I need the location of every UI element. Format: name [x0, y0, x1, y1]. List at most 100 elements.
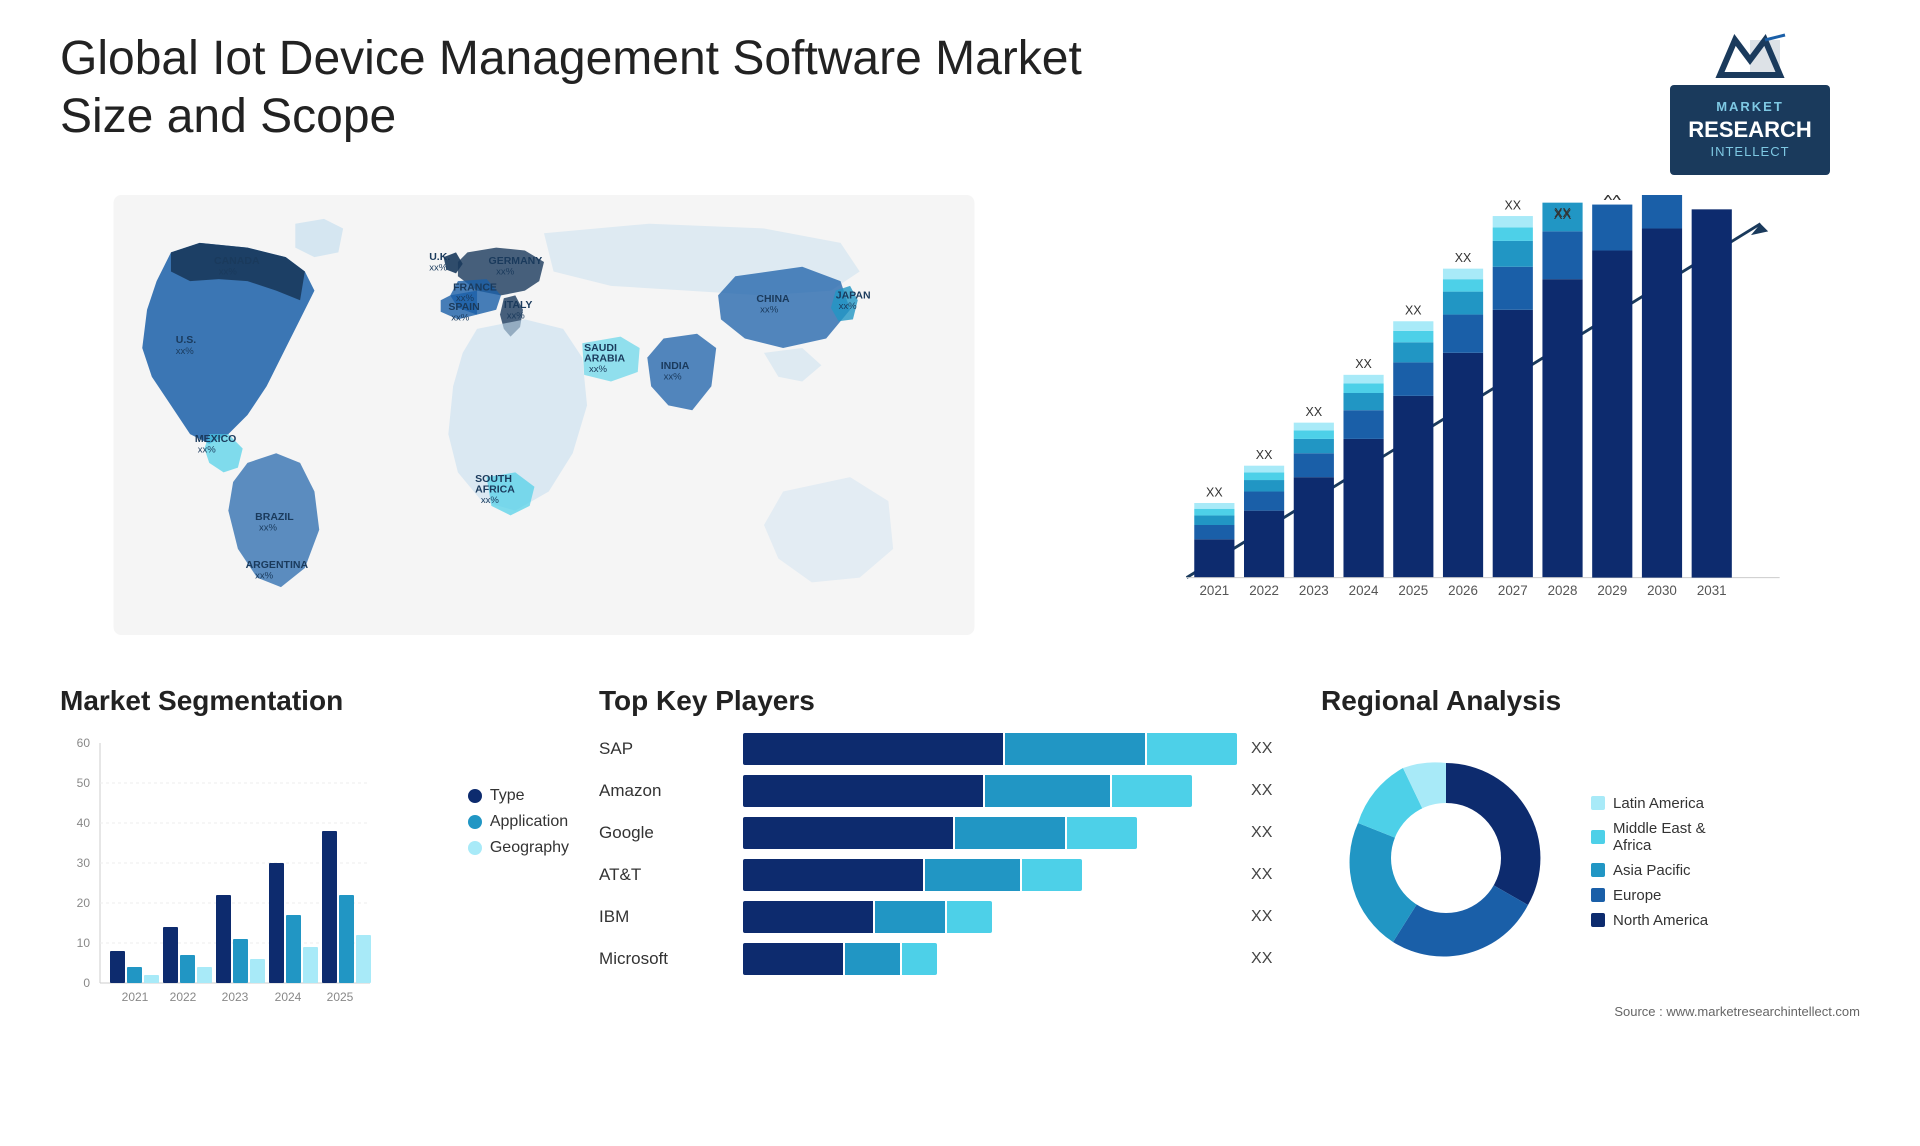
- svg-text:2027: 2027: [1498, 583, 1528, 598]
- player-bars-ibm: [743, 901, 1237, 933]
- top-section: CANADA xx% U.S. xx% MEXICO xx% BRAZIL xx…: [60, 195, 1860, 655]
- bar-chart-container: XX XX XX: [1068, 195, 1860, 635]
- svg-text:ITALY: ITALY: [504, 299, 533, 311]
- segmentation-title: Market Segmentation: [60, 685, 569, 717]
- player-row-microsoft: Microsoft XX: [599, 943, 1291, 975]
- players-section: Top Key Players SAP XX Amazon: [599, 685, 1291, 1019]
- svg-text:FRANCE: FRANCE: [453, 282, 497, 294]
- legend-application-dot: [468, 815, 482, 829]
- bar-seg-3: [947, 901, 992, 933]
- bar-seg-3: [1022, 859, 1082, 891]
- svg-text:2022: 2022: [170, 990, 197, 1004]
- legend-geography-dot: [468, 841, 482, 855]
- svg-text:2025: 2025: [1398, 583, 1428, 598]
- bar-seg-1: [743, 733, 1003, 765]
- player-row-sap: SAP XX: [599, 733, 1291, 765]
- svg-text:30: 30: [77, 856, 91, 870]
- legend-mea-label: Middle East &Africa: [1613, 820, 1706, 854]
- player-row-att: AT&T XX: [599, 859, 1291, 891]
- svg-text:XX: XX: [1554, 206, 1571, 220]
- player-bars-att: [743, 859, 1237, 891]
- svg-text:2023: 2023: [222, 990, 249, 1004]
- logo-box: MARKET RESEARCH INTELLECT: [1670, 85, 1829, 175]
- svg-text:XX: XX: [1504, 199, 1521, 213]
- map-area: CANADA xx% U.S. xx% MEXICO xx% BRAZIL xx…: [60, 195, 1028, 655]
- player-xx-amazon: XX: [1251, 782, 1291, 800]
- legend-geography: Geography: [468, 839, 569, 857]
- svg-text:60: 60: [77, 736, 91, 750]
- logo-mid: RESEARCH: [1688, 116, 1811, 145]
- svg-text:2022: 2022: [1249, 583, 1279, 598]
- svg-text:ARGENTINA: ARGENTINA: [246, 559, 309, 571]
- svg-text:2023: 2023: [1299, 583, 1329, 598]
- legend-apac-label: Asia Pacific: [1613, 862, 1691, 879]
- bar-seg-1: [743, 901, 873, 933]
- player-xx-ibm: XX: [1251, 908, 1291, 926]
- svg-text:2028: 2028: [1548, 583, 1578, 598]
- bar-seg-3: [1067, 817, 1137, 849]
- bottom-section: Market Segmentation 60 50 40 30 20 10: [60, 685, 1860, 1019]
- map-container: CANADA xx% U.S. xx% MEXICO xx% BRAZIL xx…: [60, 195, 1028, 635]
- player-xx-sap: XX: [1251, 740, 1291, 758]
- legend-europe-dot: [1591, 888, 1605, 902]
- svg-text:xx%: xx%: [496, 267, 515, 278]
- page-title: Global Iot Device Management Software Ma…: [60, 30, 1160, 145]
- bar-seg-2: [925, 859, 1020, 891]
- svg-text:ARABIA: ARABIA: [584, 353, 625, 365]
- legend-mea-dot: [1591, 830, 1605, 844]
- svg-text:2025: 2025: [327, 990, 354, 1004]
- source-text: Source : www.marketresearchintellect.com: [1321, 1004, 1860, 1019]
- legend-geography-label: Geography: [490, 839, 569, 857]
- svg-text:2026: 2026: [1448, 583, 1478, 598]
- svg-text:xx%: xx%: [429, 263, 448, 274]
- bar-chart-svg: XX XX XX: [1068, 195, 1860, 635]
- svg-text:XX: XX: [1355, 358, 1372, 372]
- player-bars-sap: [743, 733, 1237, 765]
- svg-text:XX: XX: [1604, 195, 1621, 203]
- logo-area: MARKET RESEARCH INTELLECT: [1640, 30, 1860, 175]
- bar-seg-2: [985, 775, 1110, 807]
- svg-text:40: 40: [77, 816, 91, 830]
- player-xx-att: XX: [1251, 866, 1291, 884]
- svg-text:xx%: xx%: [219, 267, 238, 278]
- legend-latin-america: Latin America: [1591, 795, 1708, 812]
- svg-text:2031: 2031: [1697, 583, 1727, 598]
- svg-text:AFRICA: AFRICA: [475, 484, 515, 496]
- bar-seg-3: [1147, 733, 1237, 765]
- segmentation-section: Market Segmentation 60 50 40 30 20 10: [60, 685, 569, 1019]
- legend-latin-dot: [1591, 796, 1605, 810]
- svg-text:xx%: xx%: [255, 571, 274, 582]
- chart-area: XX XX XX: [1068, 195, 1860, 655]
- svg-text:xx%: xx%: [259, 523, 278, 534]
- svg-text:2024: 2024: [1349, 583, 1379, 598]
- donut-svg: [1321, 733, 1571, 983]
- bar-seg-3: [1112, 775, 1192, 807]
- world-map-svg: CANADA xx% U.S. xx% MEXICO xx% BRAZIL xx…: [60, 195, 1028, 635]
- bar-seg-2: [1005, 733, 1145, 765]
- donut-chart: [1321, 733, 1571, 988]
- player-name-sap: SAP: [599, 739, 729, 759]
- legend-type: Type: [468, 787, 569, 805]
- player-bars-google: [743, 817, 1237, 849]
- logo-top: MARKET: [1688, 99, 1811, 116]
- player-row-amazon: Amazon XX: [599, 775, 1291, 807]
- page: Global Iot Device Management Software Ma…: [0, 0, 1920, 1146]
- svg-text:xx%: xx%: [198, 445, 217, 456]
- svg-text:XX: XX: [1405, 304, 1422, 318]
- svg-text:U.K.: U.K.: [429, 251, 450, 263]
- svg-text:2024: 2024: [275, 990, 302, 1004]
- svg-text:XX: XX: [1206, 486, 1223, 500]
- legend-europe: Europe: [1591, 887, 1708, 904]
- player-name-google: Google: [599, 823, 729, 843]
- svg-text:U.S.: U.S.: [176, 335, 197, 347]
- regional-section: Regional Analysis: [1321, 685, 1860, 1019]
- svg-text:20: 20: [77, 896, 91, 910]
- bar-seg-1: [743, 943, 843, 975]
- svg-text:2021: 2021: [1199, 583, 1229, 598]
- player-name-amazon: Amazon: [599, 781, 729, 801]
- svg-text:xx%: xx%: [451, 313, 470, 324]
- svg-text:BRAZIL: BRAZIL: [255, 512, 294, 524]
- svg-text:XX: XX: [1455, 251, 1472, 265]
- svg-text:2030: 2030: [1647, 583, 1677, 598]
- legend-type-label: Type: [490, 787, 525, 805]
